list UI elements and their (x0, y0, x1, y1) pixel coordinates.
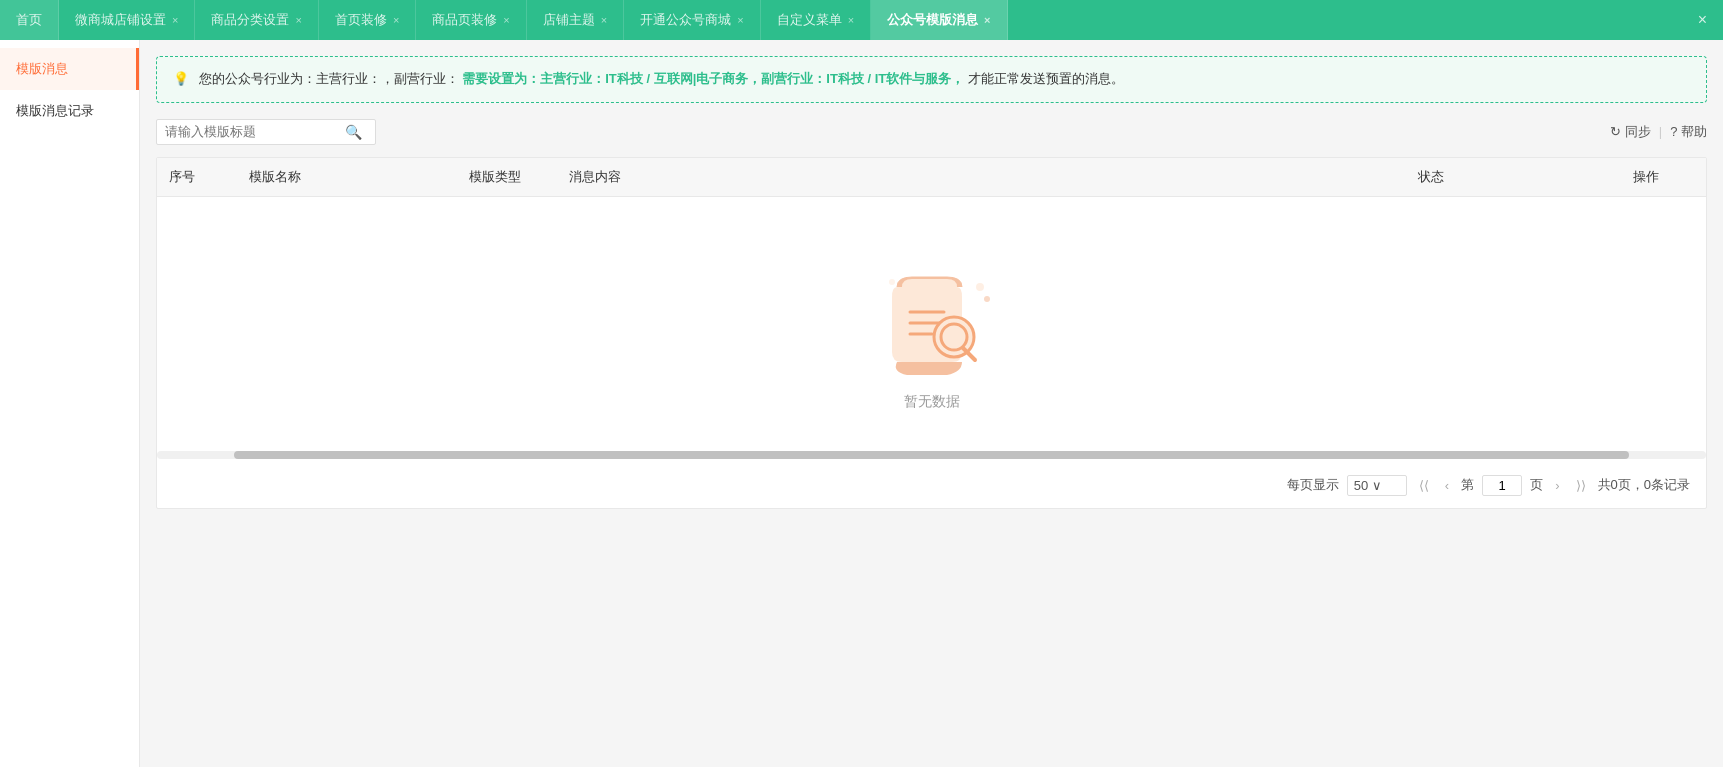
table-header: 序号 模版名称 模版类型 消息内容 状态 操作 (157, 158, 1706, 197)
svg-point-7 (976, 283, 984, 291)
tab-close-open-mall[interactable]: × (737, 14, 743, 26)
notice-banner: 💡 您的公众号行业为：主营行业：，副营行业： 需要设置为：主营行业：IT科技 /… (156, 56, 1707, 103)
tab-close-custom-menu[interactable]: × (848, 14, 854, 26)
svg-point-9 (889, 279, 895, 285)
page-label: 第 (1461, 476, 1474, 494)
search-icon[interactable]: 🔍 (345, 124, 362, 140)
search-row: 🔍 ↻ 同步 | ? 帮助 (156, 119, 1707, 145)
tab-label: 自定义菜单 (777, 11, 842, 29)
tab-label: 首页 (16, 11, 42, 29)
close-all-button[interactable]: × (1682, 11, 1723, 29)
prev-page-button[interactable]: ‹ (1441, 476, 1453, 495)
tab-close-product-category[interactable]: × (295, 14, 301, 26)
tab-weishop-settings[interactable]: 微商城店铺设置 × (59, 0, 195, 40)
table-wrapper: 序号 模版名称 模版类型 消息内容 状态 操作 (156, 157, 1707, 509)
page-unit-label: 页 (1530, 476, 1543, 494)
next-page-button[interactable]: › (1551, 476, 1563, 495)
tab-label: 微商城店铺设置 (75, 11, 166, 29)
tab-custom-menu[interactable]: 自定义菜单 × (761, 0, 871, 40)
empty-state: 暂无数据 (157, 197, 1706, 451)
tab-home[interactable]: 首页 (0, 0, 59, 40)
sync-button[interactable]: ↻ 同步 (1610, 123, 1651, 141)
tab-close-home-decoration[interactable]: × (393, 14, 399, 26)
empty-icon (872, 257, 992, 377)
content-area: 💡 您的公众号行业为：主营行业：，副营行业： 需要设置为：主营行业：IT科技 /… (140, 40, 1723, 767)
tab-bar: 首页微商城店铺设置×商品分类设置×首页装修×商品页装修×店铺主题×开通公众号商城… (0, 0, 1723, 40)
sidebar-item-template-message[interactable]: 模版消息 (0, 48, 139, 90)
col-content: 消息内容 (557, 168, 1406, 186)
tab-label: 店铺主题 (543, 11, 595, 29)
tab-label: 商品分类设置 (211, 11, 289, 29)
pagination: 每页显示 50 ∨ ⟨⟨ ‹ 第 页 › ⟩⟩ 共0页，0条记录 (157, 467, 1706, 508)
tab-close-template-message[interactable]: × (984, 14, 990, 26)
scroll-thumb[interactable] (234, 451, 1628, 459)
tab-label: 商品页装修 (432, 11, 497, 29)
notice-prefix: 您的公众号行业为：主营行业：，副营行业： (199, 71, 459, 86)
tab-label: 公众号模版消息 (887, 11, 978, 29)
divider: | (1659, 124, 1662, 139)
col-action: 操作 (1586, 168, 1706, 186)
main-layout: 模版消息模版消息记录 💡 您的公众号行业为：主营行业：，副营行业： 需要设置为：… (0, 40, 1723, 767)
tab-label: 首页装修 (335, 11, 387, 29)
notice-suffix: 才能正常发送预置的消息。 (968, 71, 1124, 86)
svg-point-8 (984, 296, 990, 302)
help-button[interactable]: ? 帮助 (1670, 123, 1707, 141)
sidebar: 模版消息模版消息记录 (0, 40, 140, 767)
search-input[interactable] (165, 124, 345, 139)
scroll-bar[interactable] (157, 451, 1706, 459)
col-seq: 序号 (157, 168, 237, 186)
action-links: ↻ 同步 | ? 帮助 (1610, 123, 1707, 141)
page-size-label: 每页显示 (1287, 476, 1339, 494)
tab-open-mall[interactable]: 开通公众号商城 × (624, 0, 760, 40)
notice-icon: 💡 (173, 71, 189, 86)
tab-product-decoration[interactable]: 商品页装修 × (416, 0, 526, 40)
search-box: 🔍 (156, 119, 376, 145)
tab-close-product-decoration[interactable]: × (503, 14, 509, 26)
empty-text: 暂无数据 (904, 393, 960, 411)
col-status: 状态 (1406, 168, 1586, 186)
current-page-input[interactable] (1482, 475, 1522, 496)
tab-home-decoration[interactable]: 首页装修 × (319, 0, 416, 40)
sidebar-item-template-record[interactable]: 模版消息记录 (0, 90, 139, 132)
tab-close-weishop-settings[interactable]: × (172, 14, 178, 26)
page-size-dropdown-icon: ∨ (1372, 478, 1382, 493)
tab-label: 开通公众号商城 (640, 11, 731, 29)
col-type: 模版类型 (457, 168, 557, 186)
notice-highlight: 需要设置为：主营行业：IT科技 / 互联网|电子商务，副营行业：IT科技 / I… (462, 71, 964, 86)
first-page-button[interactable]: ⟨⟨ (1415, 476, 1433, 495)
page-size-select[interactable]: 50 ∨ (1347, 475, 1407, 496)
tab-template-message[interactable]: 公众号模版消息 × (871, 0, 1007, 40)
page-size-value: 50 (1354, 478, 1368, 493)
total-text: 共0页，0条记录 (1598, 476, 1690, 494)
col-name: 模版名称 (237, 168, 457, 186)
tab-close-shop-theme[interactable]: × (601, 14, 607, 26)
last-page-button[interactable]: ⟩⟩ (1572, 476, 1590, 495)
tab-product-category[interactable]: 商品分类设置 × (195, 0, 318, 40)
tab-shop-theme[interactable]: 店铺主题 × (527, 0, 624, 40)
